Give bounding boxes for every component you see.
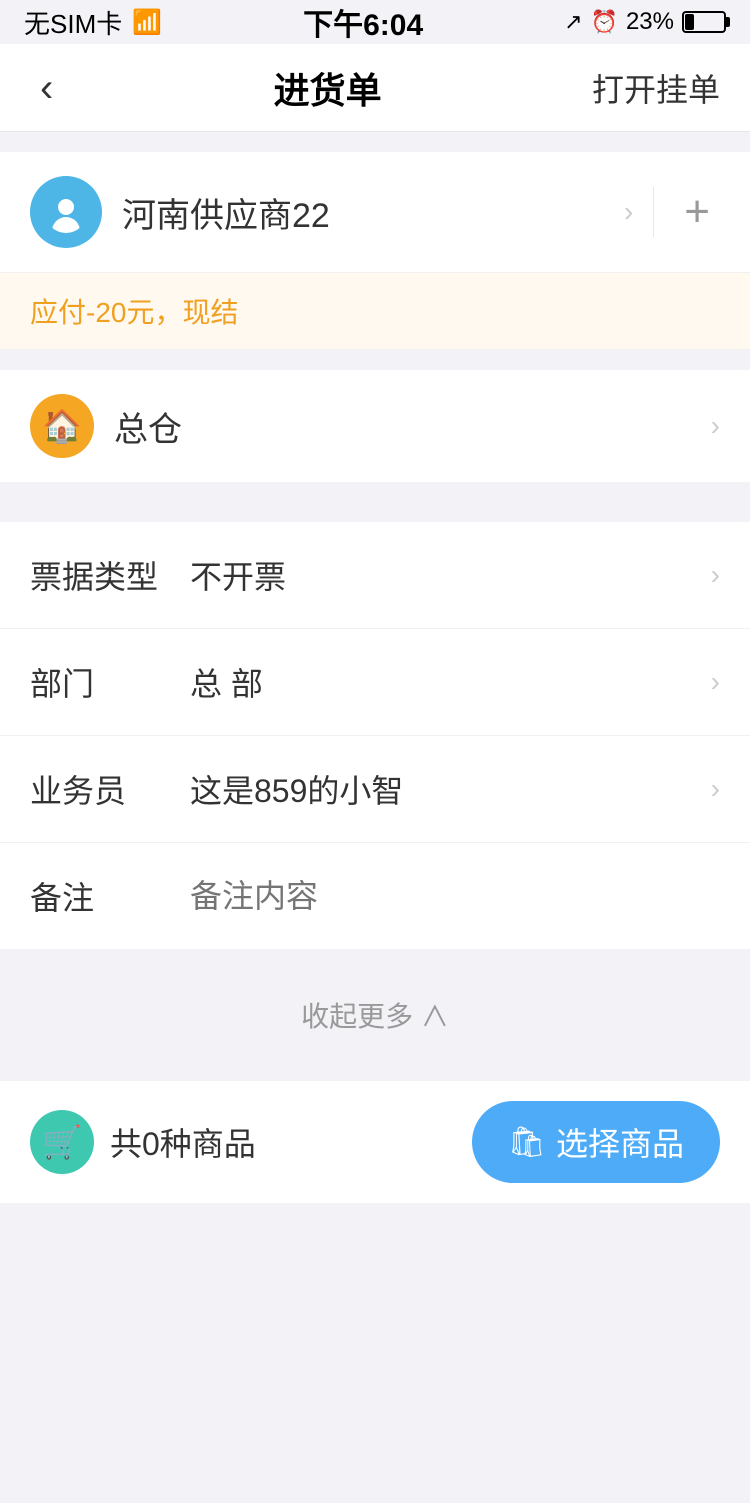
salesperson-label: 业务员	[30, 766, 170, 812]
select-product-icon: 🛍	[508, 1125, 546, 1160]
add-supplier-button[interactable]: +	[674, 187, 720, 237]
dept-label: 部门	[30, 659, 170, 705]
page-title: 进货单	[274, 62, 382, 114]
supplier-avatar	[30, 176, 102, 248]
warehouse-icon: 🏠	[30, 394, 94, 458]
dept-value: 总 部	[170, 659, 695, 705]
status-carrier: 无SIM卡 📶	[24, 4, 162, 41]
supplier-row[interactable]: 河南供应商22 › +	[0, 152, 750, 273]
supplier-section: 河南供应商22 › + 应付-20元，现结	[0, 152, 750, 350]
collapse-button[interactable]: 收起更多 ∧	[301, 995, 449, 1035]
supplier-divider	[653, 187, 654, 237]
empty-area	[0, 1203, 750, 1503]
supplier-name: 河南供应商22	[122, 188, 608, 237]
status-time: 下午6:04	[303, 0, 423, 44]
warehouse-row[interactable]: 🏠 总仓 ›	[0, 370, 750, 482]
warning-banner: 应付-20元，现结	[0, 273, 750, 350]
back-button[interactable]: ‹	[30, 58, 63, 118]
remark-label: 备注	[30, 873, 170, 919]
status-right: ↗ ⏰ 23%	[564, 8, 726, 36]
section-gap-2	[0, 482, 750, 502]
open-pending-button[interactable]: 打开挂单	[592, 65, 720, 111]
battery-icon	[682, 11, 726, 33]
salesperson-value: 这是859的小智	[170, 766, 695, 812]
location-icon: ↗	[564, 9, 582, 35]
warning-text: 应付-20元，现结	[30, 297, 238, 328]
remark-input[interactable]	[170, 878, 720, 915]
salesperson-row[interactable]: 业务员 这是859的小智 ›	[0, 736, 750, 843]
form-section: 票据类型 不开票 › 部门 总 部 › 业务员 这是859的小智 › 备注	[0, 522, 750, 949]
salesperson-chevron-icon: ›	[711, 773, 720, 805]
select-product-button[interactable]: 🛍 选择商品	[472, 1101, 720, 1183]
remark-row[interactable]: 备注	[0, 843, 750, 949]
nav-bar: ‹ 进货单 打开挂单	[0, 44, 750, 132]
invoice-value: 不开票	[170, 552, 695, 598]
supplier-chevron-icon: ›	[624, 196, 633, 228]
status-bar: 无SIM卡 📶 下午6:04 ↗ ⏰ 23%	[0, 0, 750, 44]
battery-percent: 23%	[626, 8, 674, 36]
product-count: 共0种商品	[110, 1119, 256, 1165]
carrier-text: 无SIM卡	[24, 4, 122, 41]
invoice-row[interactable]: 票据类型 不开票 ›	[0, 522, 750, 629]
warehouse-section[interactable]: 🏠 总仓 ›	[0, 370, 750, 482]
section-gap-top	[0, 132, 750, 152]
select-product-label: 选择商品	[556, 1119, 684, 1165]
bottom-bar: 🛒 共0种商品 🛍 选择商品	[0, 1081, 750, 1203]
section-gap-1	[0, 350, 750, 370]
collapse-row[interactable]: 收起更多 ∧	[0, 969, 750, 1061]
product-count-section: 🛒 共0种商品	[30, 1110, 256, 1174]
warehouse-name: 总仓	[114, 402, 695, 451]
invoice-label: 票据类型	[30, 552, 170, 598]
alarm-icon: ⏰	[591, 9, 618, 35]
wifi-icon: 📶	[132, 8, 162, 37]
warehouse-chevron-icon: ›	[711, 410, 720, 442]
supplier-right: › +	[608, 187, 720, 237]
dept-row[interactable]: 部门 总 部 ›	[0, 629, 750, 736]
dept-chevron-icon: ›	[711, 666, 720, 698]
invoice-chevron-icon: ›	[711, 559, 720, 591]
cart-icon: 🛒	[30, 1110, 94, 1174]
